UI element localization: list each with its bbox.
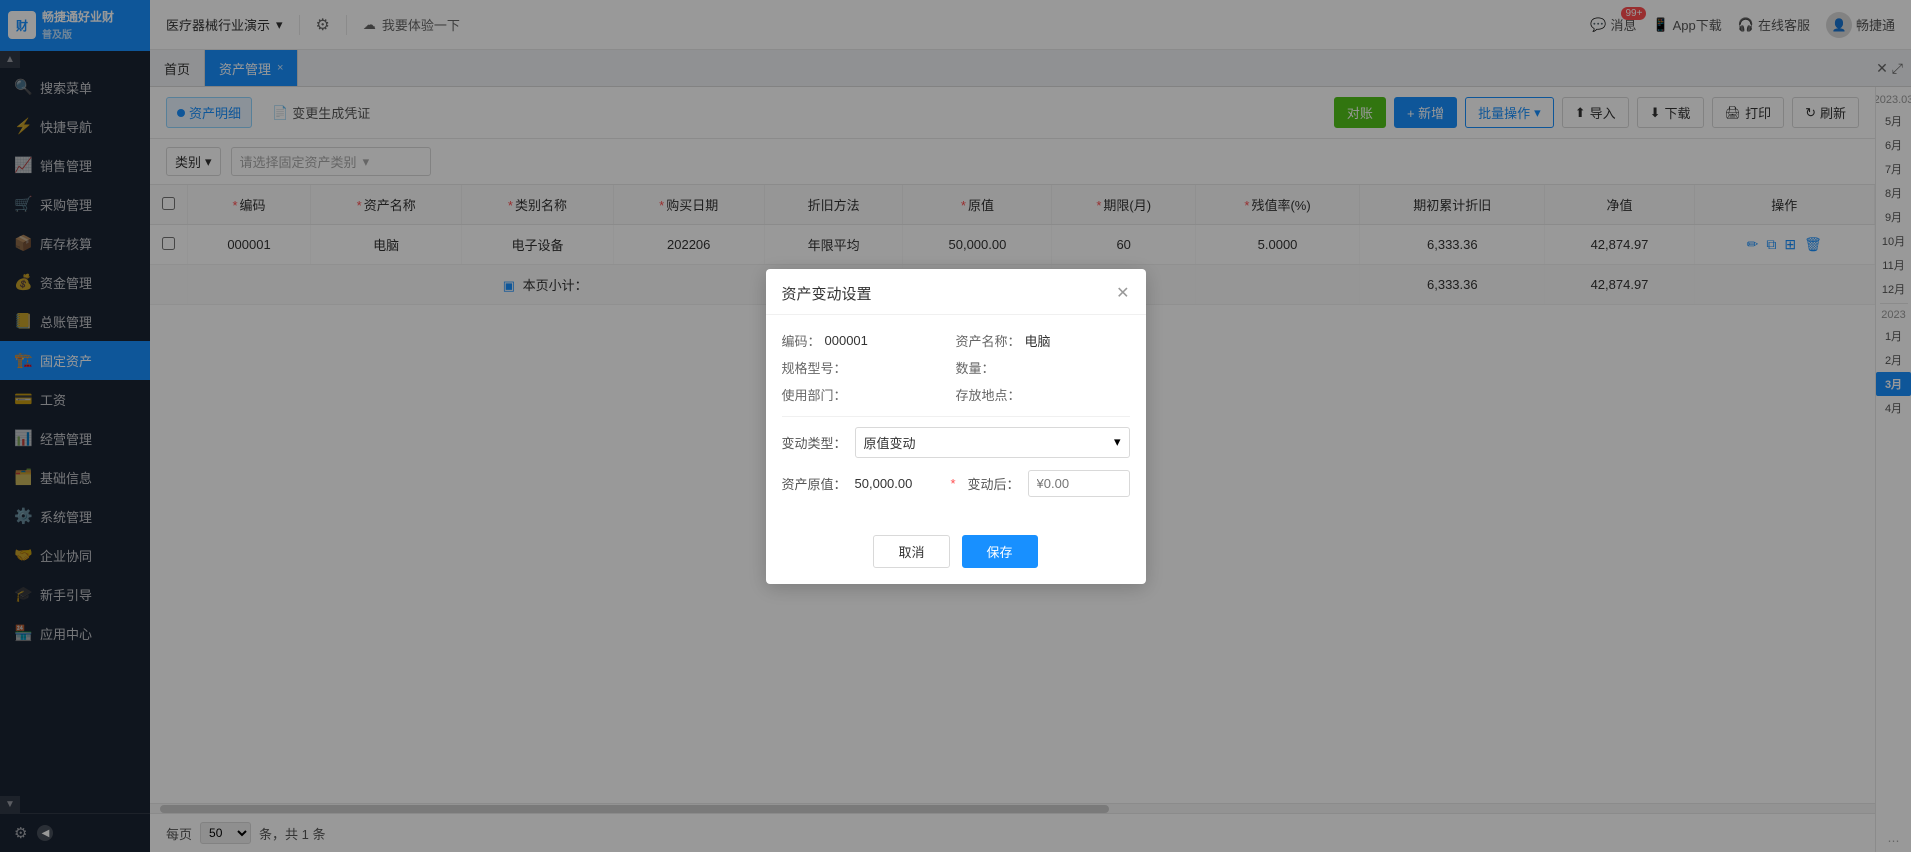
modal-original-value-label: 资产原值： <box>782 474 847 493</box>
modal-body: 编码： 000001 资产名称： 电脑 规格型号： 数量： 使用部门： <box>766 315 1146 525</box>
modal-name-label: 资产名称： <box>956 331 1021 350</box>
modal-overlay[interactable]: 资产变动设置 ✕ 编码： 000001 资产名称： 电脑 规格型号： 数量： <box>0 0 1911 852</box>
modal-spec-label: 规格型号： <box>782 358 847 377</box>
modal-title: 资产变动设置 <box>782 283 872 304</box>
modal-info-grid: 编码： 000001 资产名称： 电脑 规格型号： 数量： 使用部门： <box>782 331 1130 404</box>
modal-dept-item: 使用部门： <box>782 385 956 404</box>
modal-location-label: 存放地点： <box>956 385 1021 404</box>
required-star: * <box>950 476 955 491</box>
modal-divider <box>782 416 1130 417</box>
modal-qty-item: 数量： <box>956 358 1130 377</box>
modal-footer: 取消 保存 <box>766 525 1146 584</box>
change-type-dropdown-icon: ▾ <box>1114 434 1121 450</box>
modal-change-type-label: 变动类型： <box>782 433 847 452</box>
modal-code-value: 000001 <box>825 333 868 348</box>
cancel-button[interactable]: 取消 <box>873 535 949 568</box>
modal-after-label: 变动后： <box>968 474 1020 493</box>
asset-change-modal: 资产变动设置 ✕ 编码： 000001 资产名称： 电脑 规格型号： 数量： <box>766 269 1146 584</box>
modal-original-value-display: 50,000.00 <box>855 476 939 491</box>
modal-code-label: 编码： <box>782 331 821 350</box>
modal-code-item: 编码： 000001 <box>782 331 956 350</box>
modal-after-input[interactable] <box>1028 470 1130 497</box>
modal-spec-item: 规格型号： <box>782 358 956 377</box>
modal-close-button[interactable]: ✕ <box>1116 283 1129 303</box>
modal-header: 资产变动设置 ✕ <box>766 269 1146 315</box>
modal-values-field: 资产原值： 50,000.00 * 变动后： <box>782 470 1130 497</box>
save-button[interactable]: 保存 <box>962 535 1038 568</box>
modal-change-type-field: 变动类型： 原值变动 ▾ <box>782 427 1130 458</box>
modal-name-value: 电脑 <box>1025 331 1051 350</box>
modal-dept-label: 使用部门： <box>782 385 847 404</box>
modal-change-type-select[interactable]: 原值变动 ▾ <box>855 427 1130 458</box>
modal-name-item: 资产名称： 电脑 <box>956 331 1130 350</box>
modal-qty-label: 数量： <box>956 358 995 377</box>
modal-change-type-value: 原值变动 <box>864 433 1110 452</box>
modal-location-item: 存放地点： <box>956 385 1130 404</box>
